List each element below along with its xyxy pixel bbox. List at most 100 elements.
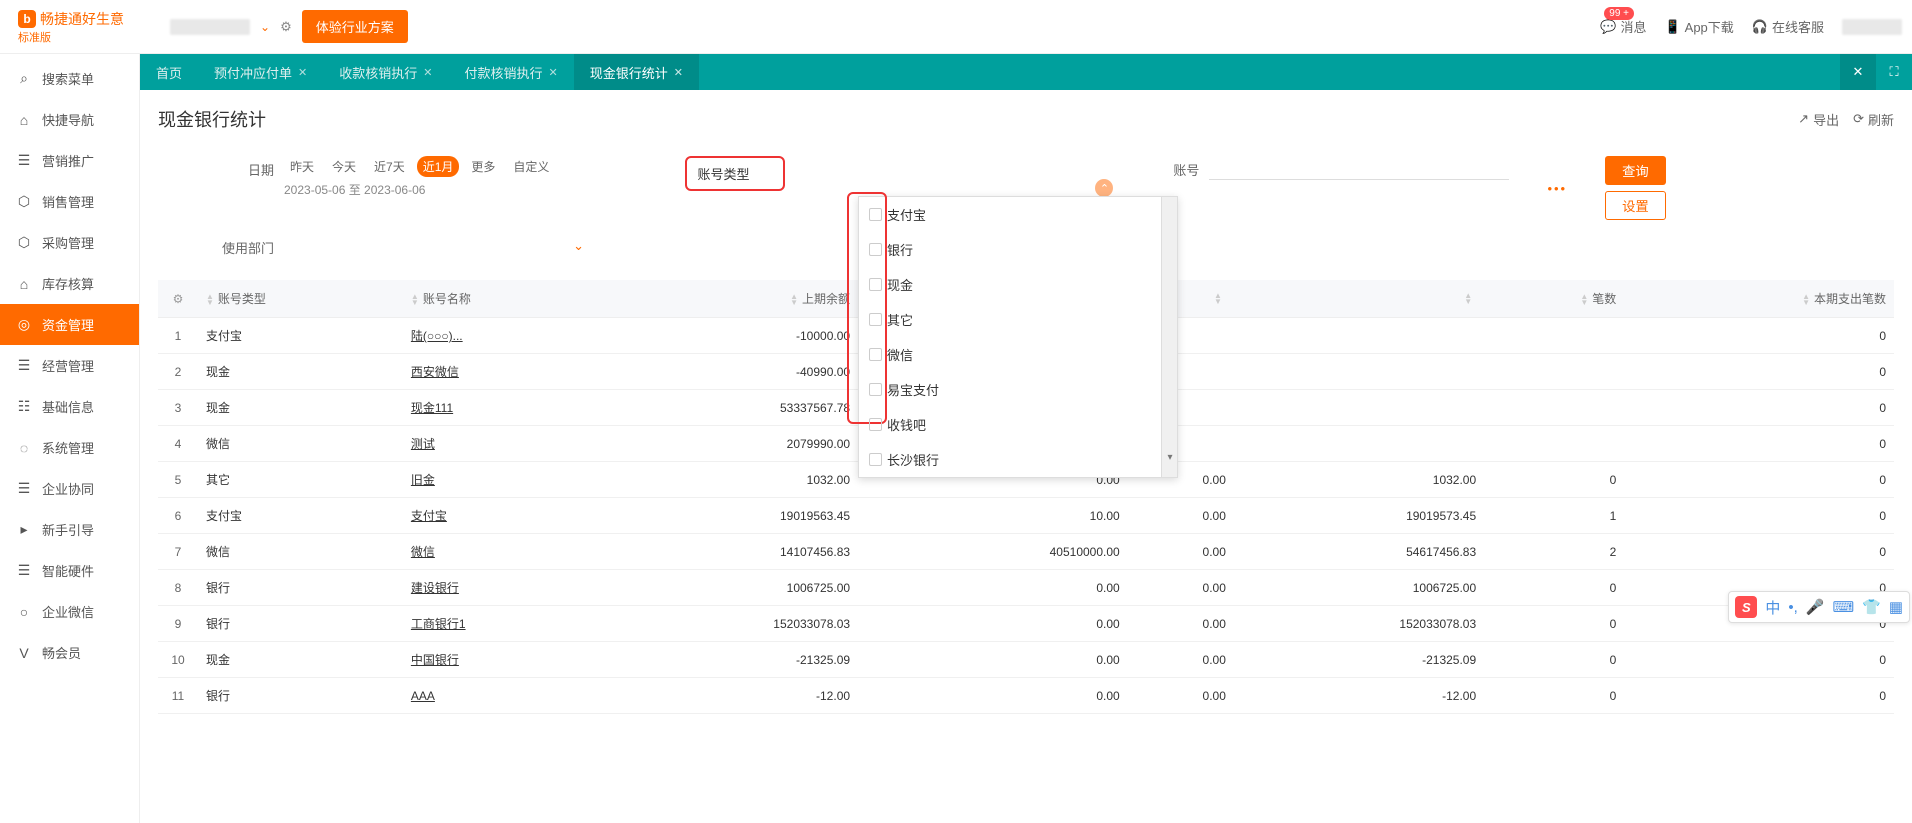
account-type-input[interactable] (755, 166, 763, 181)
query-button[interactable]: 查询 (1605, 156, 1666, 185)
cell-account-name[interactable]: 西安微信 (403, 354, 608, 390)
cell-count: 0 (1484, 606, 1624, 642)
expand-button[interactable]: ⛶ (1876, 54, 1912, 90)
dropdown-item-2[interactable]: 现金 (859, 267, 1177, 302)
dropdown-item-3[interactable]: 其它 (859, 302, 1177, 337)
cell-account-name[interactable]: 现金111 (403, 390, 608, 426)
checkbox-icon[interactable] (869, 208, 882, 221)
date-chip-0[interactable]: 昨天 (284, 156, 320, 177)
close-icon[interactable]: ✕ (423, 66, 432, 79)
cell-account-name[interactable]: 旧金 (403, 462, 608, 498)
dropdown-item-1[interactable]: 银行 (859, 232, 1177, 267)
sort-icon[interactable]: ▲▼ (1580, 294, 1588, 306)
sidebar-item-0[interactable]: ⌕搜索菜单 (0, 58, 139, 99)
col-header-3[interactable]: ▲▼上期余额 (608, 280, 858, 318)
ime-mic-icon[interactable]: 🎤 (1806, 598, 1825, 616)
close-icon[interactable]: ✕ (674, 66, 683, 79)
ime-grid-icon[interactable]: ▦ (1889, 598, 1903, 616)
sidebar-item-7[interactable]: ☰经营管理 (0, 345, 139, 386)
tab-1[interactable]: 预付冲应付单✕ (198, 54, 323, 90)
sort-icon[interactable]: ▲▼ (411, 294, 419, 306)
sidebar-item-5[interactable]: ⌂库存核算 (0, 263, 139, 304)
sort-icon[interactable]: ▲▼ (206, 294, 214, 306)
refresh-button[interactable]: ⟳ 刷新 (1853, 110, 1894, 129)
user-avatar-blur[interactable] (1842, 19, 1902, 35)
sidebar-item-9[interactable]: ◌系统管理 (0, 427, 139, 468)
cell-account-name[interactable]: 工商银行1 (403, 606, 608, 642)
cell-account-name[interactable]: AAA (403, 678, 608, 714)
sidebar-item-8[interactable]: ☷基础信息 (0, 386, 139, 427)
close-tab-button[interactable]: ✕ (1840, 54, 1876, 90)
tab-3[interactable]: 付款核销执行✕ (448, 54, 573, 90)
close-icon[interactable]: ✕ (549, 66, 558, 79)
cell-account-name[interactable]: 测试 (403, 426, 608, 462)
collapse-icon[interactable]: ⌃ (1095, 179, 1113, 197)
sidebar-item-6[interactable]: ◎资金管理 (0, 304, 139, 345)
company-select[interactable]: ⌄ (170, 19, 270, 35)
sidebar-item-14[interactable]: V畅会员 (0, 632, 139, 673)
sort-icon[interactable]: ▲▼ (1802, 294, 1810, 306)
sidebar: ⌕搜索菜单⌂快捷导航☰营销推广⬡销售管理⬡采购管理⌂库存核算◎资金管理☰经营管理… (0, 54, 140, 823)
account-type-box[interactable]: 账号类型 (685, 156, 785, 191)
date-chip-1[interactable]: 今天 (326, 156, 362, 177)
date-chip-3[interactable]: 近1月 (417, 156, 460, 177)
checkbox-icon[interactable] (869, 313, 882, 326)
ime-cn-label[interactable]: 中 (1765, 597, 1780, 618)
tab-2[interactable]: 收款核销执行✕ (323, 54, 448, 90)
settings-button[interactable]: 设置 (1605, 191, 1666, 220)
messages-link[interactable]: 💬 消息 99 + (1600, 17, 1646, 36)
sidebar-item-3[interactable]: ⬡销售管理 (0, 181, 139, 222)
sidebar-item-2[interactable]: ☰营销推广 (0, 140, 139, 181)
more-dots-icon[interactable]: ••• (1547, 181, 1567, 196)
tab-0[interactable]: 首页 (140, 54, 198, 90)
checkbox-icon[interactable] (869, 348, 882, 361)
app-download-link[interactable]: 📱 App下载 (1664, 17, 1733, 36)
col-header-2[interactable]: ▲▼账号名称 (403, 280, 608, 318)
col-header-1[interactable]: ▲▼账号类型 (198, 280, 403, 318)
col-header-8[interactable]: ▲▼本期支出笔数 (1624, 280, 1894, 318)
sidebar-item-10[interactable]: ☰企业协同 (0, 468, 139, 509)
date-chip-5[interactable]: 自定义 (507, 156, 555, 177)
ime-shirt-icon[interactable]: 👕 (1862, 598, 1881, 616)
date-chip-4[interactable]: 更多 (465, 156, 501, 177)
ime-toolbar[interactable]: S 中 •, 🎤 ⌨ 👕 ▦ (1728, 591, 1910, 623)
sort-icon[interactable]: ▲▼ (1214, 293, 1222, 305)
cell-account-name[interactable]: 支付宝 (403, 498, 608, 534)
dropdown-item-0[interactable]: 支付宝 (859, 197, 1177, 232)
checkbox-icon[interactable] (869, 453, 882, 466)
sidebar-item-11[interactable]: ▸新手引导 (0, 509, 139, 550)
cell-account-name[interactable]: 微信 (403, 534, 608, 570)
sidebar-item-1[interactable]: ⌂快捷导航 (0, 99, 139, 140)
export-button[interactable]: ↗ 导出 (1798, 110, 1839, 129)
industry-plan-button[interactable]: 体验行业方案 (302, 10, 408, 43)
account-input[interactable] (1209, 156, 1509, 180)
date-chip-2[interactable]: 近7天 (368, 156, 411, 177)
online-service-link[interactable]: 🎧 在线客服 (1752, 17, 1824, 36)
checkbox-icon[interactable] (869, 243, 882, 256)
close-icon[interactable]: ✕ (298, 66, 307, 79)
tab-4[interactable]: 现金银行统计✕ (574, 54, 699, 90)
sidebar-item-4[interactable]: ⬡采购管理 (0, 222, 139, 263)
cell-c6 (1234, 354, 1484, 390)
cell-account-name[interactable]: 中国银行 (403, 642, 608, 678)
sort-icon[interactable]: ▲▼ (1464, 293, 1472, 305)
dropdown-item-5[interactable]: 易宝支付 (859, 372, 1177, 407)
cell-account-name[interactable]: 建设银行 (403, 570, 608, 606)
gear-icon[interactable]: ⚙ (173, 292, 184, 306)
dept-select[interactable]: ⌄ (284, 234, 584, 258)
col-header-6[interactable]: ▲▼ (1234, 280, 1484, 318)
checkbox-icon[interactable] (869, 383, 882, 396)
dropdown-item-7[interactable]: 长沙银行 (859, 442, 1177, 477)
col-header-7[interactable]: ▲▼笔数 (1484, 280, 1624, 318)
cell-account-name[interactable]: 陆(○○○)... (403, 318, 608, 354)
checkbox-icon[interactable] (869, 418, 882, 431)
sort-icon[interactable]: ▲▼ (790, 294, 798, 306)
dropdown-item-4[interactable]: 微信 (859, 337, 1177, 372)
ime-keyboard-icon[interactable]: ⌨ (1832, 598, 1854, 616)
gear-icon[interactable]: ⚙ (280, 19, 292, 35)
ime-comma-icon[interactable]: •, (1788, 599, 1797, 616)
sidebar-item-12[interactable]: ☰智能硬件 (0, 550, 139, 591)
checkbox-icon[interactable] (869, 278, 882, 291)
sidebar-item-13[interactable]: ○企业微信 (0, 591, 139, 632)
dropdown-item-6[interactable]: 收钱吧 (859, 407, 1177, 442)
